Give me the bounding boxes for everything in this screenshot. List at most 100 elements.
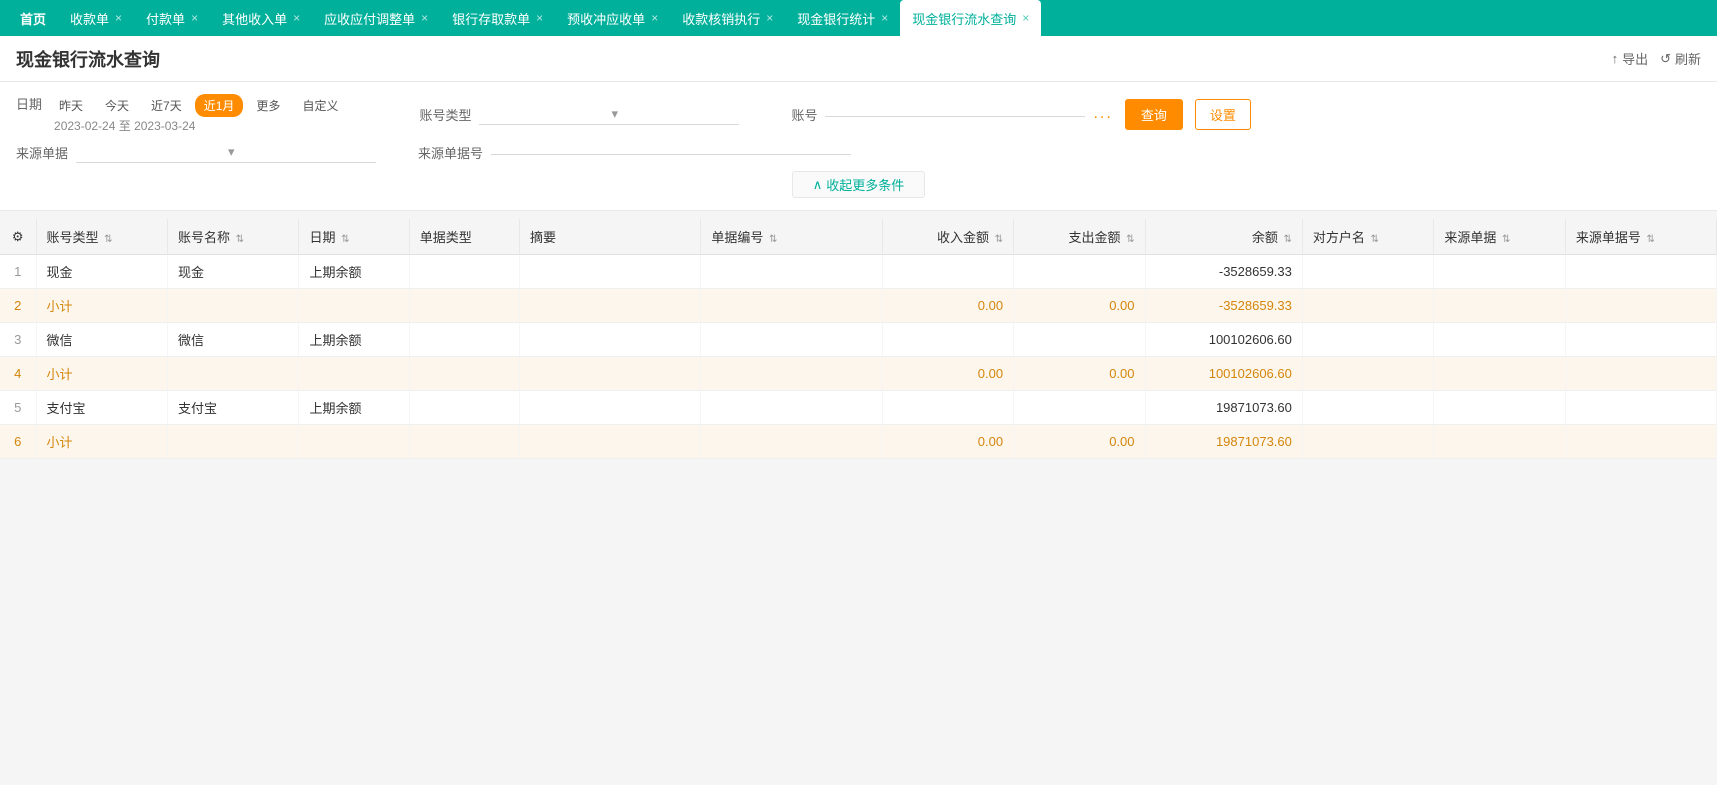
cell-expense <box>1014 391 1145 425</box>
nav-tab-fukuandan[interactable]: 付款单 × <box>134 0 210 36</box>
date-btn-7days[interactable]: 近7天 <box>142 94 191 117</box>
cell-doc-type <box>409 391 519 425</box>
sort-icon: ⇅ <box>1502 234 1510 245</box>
nav-tab-qitashouru[interactable]: 其他收入单 × <box>210 0 312 36</box>
account-select[interactable] <box>825 112 1085 117</box>
cell-doc-type <box>409 357 519 391</box>
gear-icon[interactable]: ⚙ <box>12 229 24 244</box>
account-type-select[interactable]: ▾ <box>479 104 739 125</box>
account-filter: 账号 ... <box>791 105 1112 124</box>
nav-tab-yinhang[interactable]: 银行存取款单 × <box>440 0 555 36</box>
settings-button[interactable]: 设置 <box>1195 99 1251 130</box>
cell-account-name: 微信 <box>167 323 298 357</box>
account-type-label: 账号类型 <box>419 105 471 124</box>
nav-tab-liushui[interactable]: 现金银行流水查询 × <box>900 0 1041 36</box>
date-btn-custom[interactable]: 自定义 <box>293 94 347 117</box>
cell-counterpart <box>1302 425 1433 459</box>
th-income[interactable]: 收入金额 ⇅ <box>882 219 1013 255</box>
th-balance[interactable]: 余额 ⇅ <box>1145 219 1302 255</box>
more-options-button[interactable]: ... <box>1093 105 1112 123</box>
filter-row-1: 日期 昨天 今天 近7天 近1月 更多 自定义 2023-02-24 至 202… <box>16 94 1701 134</box>
collapse-button[interactable]: ∧ 收起更多条件 <box>792 171 926 198</box>
cell-account-type: 小计 <box>36 425 167 459</box>
cell-account-name: 现金 <box>167 255 298 289</box>
cell-account-type: 小计 <box>36 357 167 391</box>
source-doc-select[interactable]: ▾ <box>76 142 376 163</box>
nav-tab-yingshou[interactable]: 应收应付调整单 × <box>312 0 440 36</box>
cell-income <box>882 255 1013 289</box>
cell-date: 上期余额 <box>299 323 409 357</box>
date-btn-1month[interactable]: 近1月 <box>195 94 244 117</box>
th-doc-number[interactable]: 单据编号 ⇅ <box>701 219 882 255</box>
cell-summary <box>520 323 701 357</box>
chevron-down-icon: ▾ <box>611 106 735 122</box>
close-icon[interactable]: × <box>115 11 122 25</box>
th-source-doc-num[interactable]: 来源单据号 ⇅ <box>1565 219 1716 255</box>
cell-account-name <box>167 289 298 323</box>
th-source-doc[interactable]: 来源单据 ⇅ <box>1434 219 1565 255</box>
date-filter-group: 日期 昨天 今天 近7天 近1月 更多 自定义 2023-02-24 至 202… <box>16 94 347 134</box>
close-icon[interactable]: × <box>1022 11 1029 25</box>
query-button[interactable]: 查询 <box>1125 99 1183 130</box>
sort-icon: ⇅ <box>236 234 244 245</box>
sort-icon: ⇅ <box>341 234 349 245</box>
table-row: 6小计0.000.0019871073.60 <box>0 425 1717 459</box>
cell-expense: 0.00 <box>1014 289 1145 323</box>
nav-tab-shoukuandan[interactable]: 收款单 × <box>58 0 134 36</box>
th-account-name[interactable]: 账号名称 ⇅ <box>167 219 298 255</box>
sort-icon: ⇅ <box>769 234 777 245</box>
th-account-type[interactable]: 账号类型 ⇅ <box>36 219 167 255</box>
close-icon[interactable]: × <box>536 11 543 25</box>
date-btn-more[interactable]: 更多 <box>247 94 289 117</box>
cell-doc-type <box>409 323 519 357</box>
cell-source-doc-num <box>1565 425 1716 459</box>
close-icon[interactable]: × <box>881 11 888 25</box>
cell-doc-number <box>701 323 882 357</box>
cell-balance: 19871073.60 <box>1145 391 1302 425</box>
nav-tab-xianjintongji[interactable]: 现金银行统计 × <box>785 0 900 36</box>
row-number: 2 <box>0 289 36 323</box>
date-range-text: 2023-02-24 至 2023-03-24 <box>54 117 347 134</box>
date-btn-yesterday[interactable]: 昨天 <box>50 94 92 117</box>
close-icon[interactable]: × <box>191 11 198 25</box>
table-row: 3微信微信上期余额100102606.60 <box>0 323 1717 357</box>
refresh-button[interactable]: ↺ 刷新 <box>1660 49 1701 68</box>
top-navigation: 首页 收款单 × 付款单 × 其他收入单 × 应收应付调整单 × 银行存取款单 … <box>0 0 1717 36</box>
th-summary[interactable]: 摘要 <box>520 219 701 255</box>
cell-source-doc <box>1434 255 1565 289</box>
sort-icon: ⇅ <box>1371 234 1379 245</box>
cell-expense: 0.00 <box>1014 425 1145 459</box>
cell-balance: 100102606.60 <box>1145 323 1302 357</box>
th-doc-type[interactable]: 单据类型 <box>409 219 519 255</box>
cell-income: 0.00 <box>882 357 1013 391</box>
cell-doc-number <box>701 391 882 425</box>
close-icon[interactable]: × <box>421 11 428 25</box>
close-icon[interactable]: × <box>293 11 300 25</box>
th-counterpart[interactable]: 对方户名 ⇅ <box>1302 219 1433 255</box>
th-date[interactable]: 日期 ⇅ <box>299 219 409 255</box>
cell-income <box>882 323 1013 357</box>
sort-icon: ⇅ <box>1646 234 1654 245</box>
nav-tab-shoukuanhexiao[interactable]: 收款核销执行 × <box>670 0 785 36</box>
cell-source-doc-num <box>1565 391 1716 425</box>
account-type-filter: 账号类型 ▾ <box>419 104 739 125</box>
cell-income <box>882 391 1013 425</box>
sort-icon: ⇅ <box>104 234 112 245</box>
nav-home[interactable]: 首页 <box>8 0 58 36</box>
nav-tab-yushou[interactable]: 预收冲应收单 × <box>555 0 670 36</box>
cell-source-doc <box>1434 357 1565 391</box>
cell-counterpart <box>1302 289 1433 323</box>
data-table-container: ⚙ 账号类型 ⇅ 账号名称 ⇅ 日期 ⇅ 单据类型 摘要 <box>0 219 1717 459</box>
sort-icon: ⇅ <box>1283 234 1291 245</box>
th-expense[interactable]: 支出金额 ⇅ <box>1014 219 1145 255</box>
export-button[interactable]: ↑ 导出 <box>1612 49 1649 68</box>
date-btn-today[interactable]: 今天 <box>96 94 138 117</box>
th-gear[interactable]: ⚙ <box>0 219 36 255</box>
cell-date: 上期余额 <box>299 391 409 425</box>
cell-summary <box>520 425 701 459</box>
row-number: 3 <box>0 323 36 357</box>
close-icon[interactable]: × <box>651 11 658 25</box>
cell-account-type: 小计 <box>36 289 167 323</box>
source-doc-num-input[interactable] <box>491 150 851 155</box>
close-icon[interactable]: × <box>766 11 773 25</box>
